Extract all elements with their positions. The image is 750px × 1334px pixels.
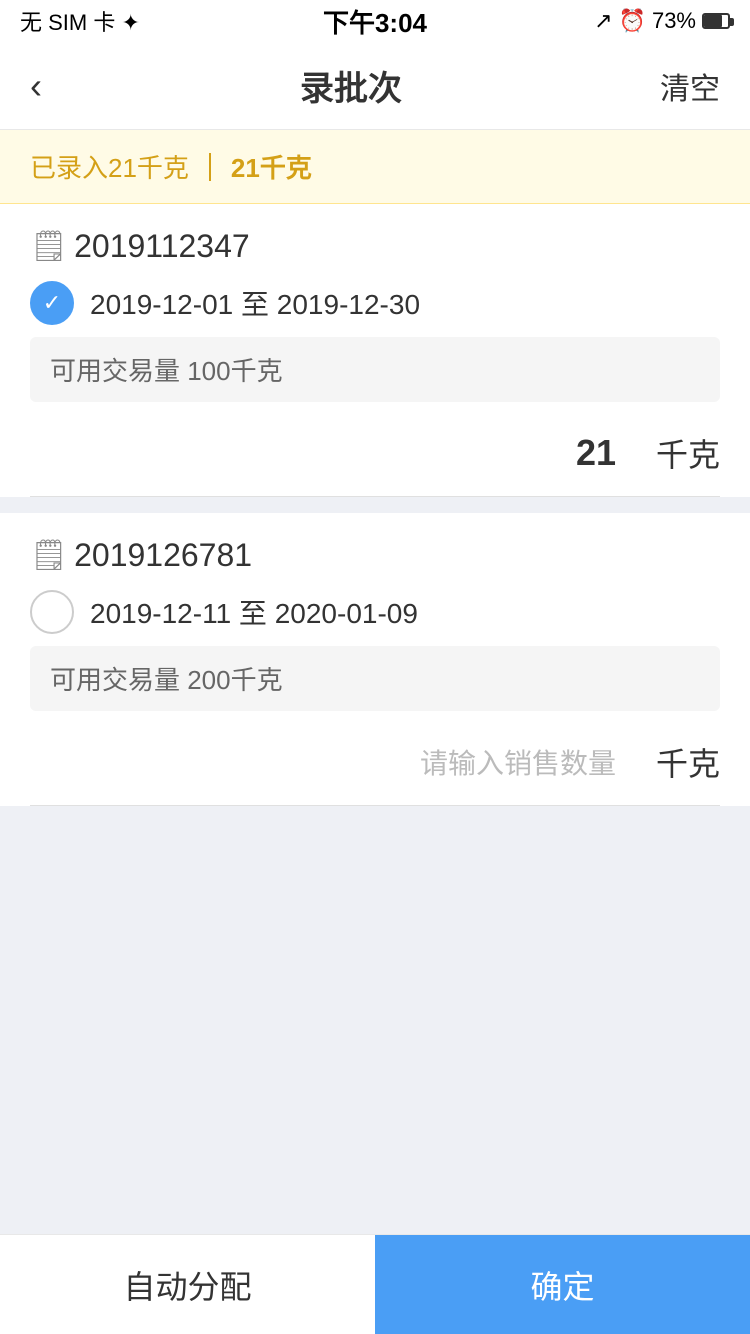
status-bar: 无 SIM 卡 ✦ 下午3:04 ↗ ⏰ 73% (0, 0, 750, 42)
page-title: 录批次 (300, 61, 402, 110)
auto-distribute-button[interactable]: 自动分配 (0, 1235, 375, 1334)
batch-1-id: 2019112347 (74, 228, 250, 265)
auto-distribute-label: 自动分配 (123, 1262, 251, 1308)
recorded-amount-label: 已录入21千克 (30, 148, 189, 185)
doc-icon-1: 🗒 (30, 229, 68, 264)
section-gap (0, 497, 750, 513)
location-icon: ↗ (594, 8, 612, 34)
battery-icon (702, 13, 730, 29)
check-icon-1: ✓ (43, 290, 61, 316)
back-button[interactable]: ‹ (30, 65, 42, 107)
batch-1-date-row[interactable]: ✓ 2019-12-01 至 2019-12-30 (0, 273, 750, 337)
alarm-icon: ⏰ (619, 8, 646, 34)
battery-text: 73% (652, 8, 696, 34)
clear-button[interactable]: 清空 (660, 64, 720, 108)
batch-1-quantity-value: 21 (576, 432, 616, 474)
batch-2-quantity-placeholder: 请输入销售数量 (420, 742, 616, 782)
batch-card-2: 🗒 2019126781 2019-12-11 至 2020-01-09 可用交… (0, 513, 750, 806)
batch-2-date: 2019-12-11 至 2020-01-09 (90, 592, 418, 632)
doc-icon-2: 🗒 (30, 538, 68, 573)
banner-divider (209, 153, 211, 181)
batch-2-radio[interactable] (30, 590, 74, 634)
batch-1-volume: 可用交易量 100千克 (30, 337, 720, 402)
batch-2-id: 2019126781 (74, 537, 252, 574)
recorded-amount-value: 21千克 (231, 148, 312, 185)
batch-2-volume: 可用交易量 200千克 (30, 646, 720, 711)
batch-1-date: 2019-12-01 至 2019-12-30 (90, 283, 420, 323)
batch-1-radio[interactable]: ✓ (30, 281, 74, 325)
info-banner: 已录入21千克 21千克 (0, 130, 750, 204)
batch-2-unit: 千克 (656, 739, 720, 785)
nav-bar: ‹ 录批次 清空 (0, 42, 750, 130)
batch-2-date-row[interactable]: 2019-12-11 至 2020-01-09 (0, 582, 750, 646)
bottom-bar: 自动分配 确定 (0, 1234, 750, 1334)
status-right: ↗ ⏰ 73% (594, 8, 730, 34)
batch-1-unit: 千克 (656, 430, 720, 476)
batch-2-quantity-row[interactable]: 请输入销售数量 千克 (0, 723, 750, 805)
confirm-label: 确定 (530, 1262, 594, 1308)
no-sim-text: 无 SIM 卡 ✦ (20, 5, 140, 37)
batch-2-header: 🗒 2019126781 (0, 513, 750, 582)
status-left: 无 SIM 卡 ✦ (20, 5, 140, 37)
batch-1-header: 🗒 2019112347 (0, 204, 750, 273)
batch-1-quantity-row: 21 千克 (0, 414, 750, 496)
empty-area (0, 806, 750, 1234)
batch-card-1: 🗒 2019112347 ✓ 2019-12-01 至 2019-12-30 可… (0, 204, 750, 497)
status-time: 下午3:04 (323, 3, 427, 40)
confirm-button[interactable]: 确定 (375, 1235, 750, 1334)
